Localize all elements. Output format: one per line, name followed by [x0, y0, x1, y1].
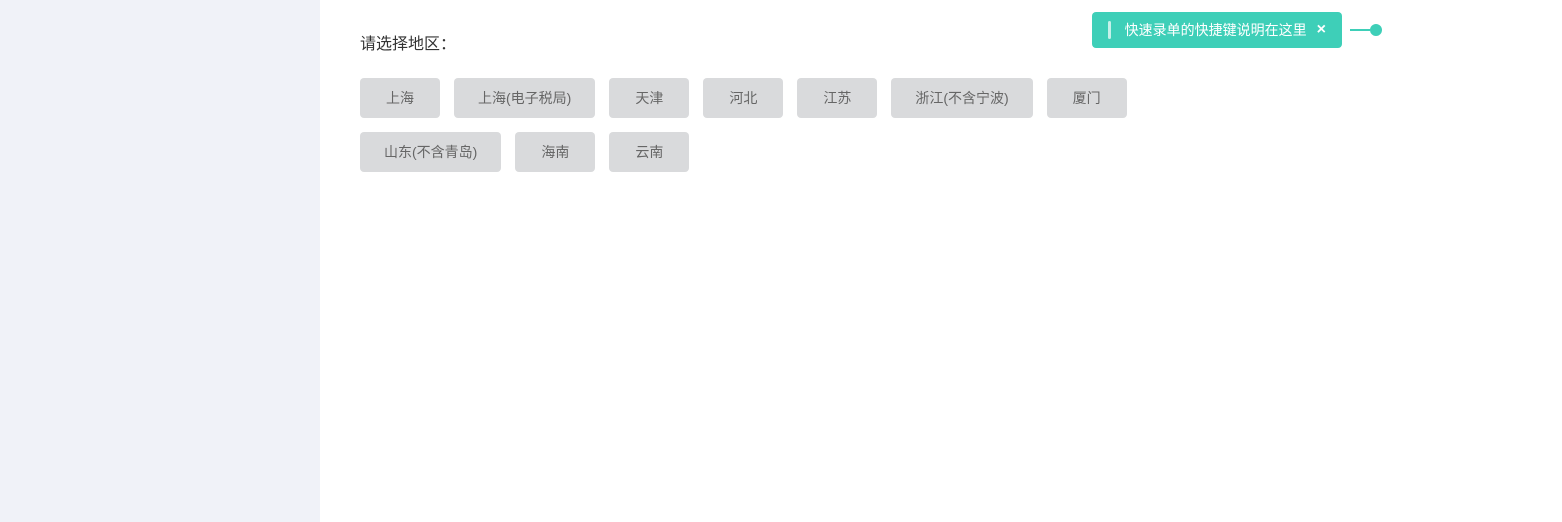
region-btn-tianjin[interactable]: 天津 [609, 78, 689, 118]
sidebar [0, 0, 320, 522]
tooltip-dot [1370, 24, 1382, 36]
region-btn-jiangsu[interactable]: 江苏 [797, 78, 877, 118]
tooltip-line [1350, 29, 1370, 31]
region-btn-shanghai-etax[interactable]: 上海(电子税局) [454, 78, 595, 118]
region-btn-hainan[interactable]: 海南 [515, 132, 595, 172]
tooltip-container: 快速录单的快捷键说明在这里 × [1092, 12, 1382, 48]
region-btn-zhejiang[interactable]: 浙江(不含宁波) [891, 78, 1032, 118]
main-content: 快速录单的快捷键说明在这里 × 请选择地区： 上海 上海(电子税局) 天津 河北… [320, 0, 1562, 522]
region-btn-xiamen[interactable]: 厦门 [1047, 78, 1127, 118]
region-btn-shanghai[interactable]: 上海 [360, 78, 440, 118]
region-row-1: 上海 上海(电子税局) 天津 河北 江苏 浙江(不含宁波) 厦门 [360, 78, 1522, 118]
region-btn-yunnan[interactable]: 云南 [609, 132, 689, 172]
tooltip-text: 快速录单的快捷键说明在这里 [1125, 20, 1307, 40]
tooltip-badge: 快速录单的快捷键说明在这里 × [1092, 12, 1342, 48]
region-row-2: 山东(不含青岛) 海南 云南 [360, 132, 1522, 172]
region-btn-shandong[interactable]: 山东(不含青岛) [360, 132, 501, 172]
tooltip-close-button[interactable]: × [1317, 21, 1326, 39]
region-btn-hebei[interactable]: 河北 [703, 78, 783, 118]
